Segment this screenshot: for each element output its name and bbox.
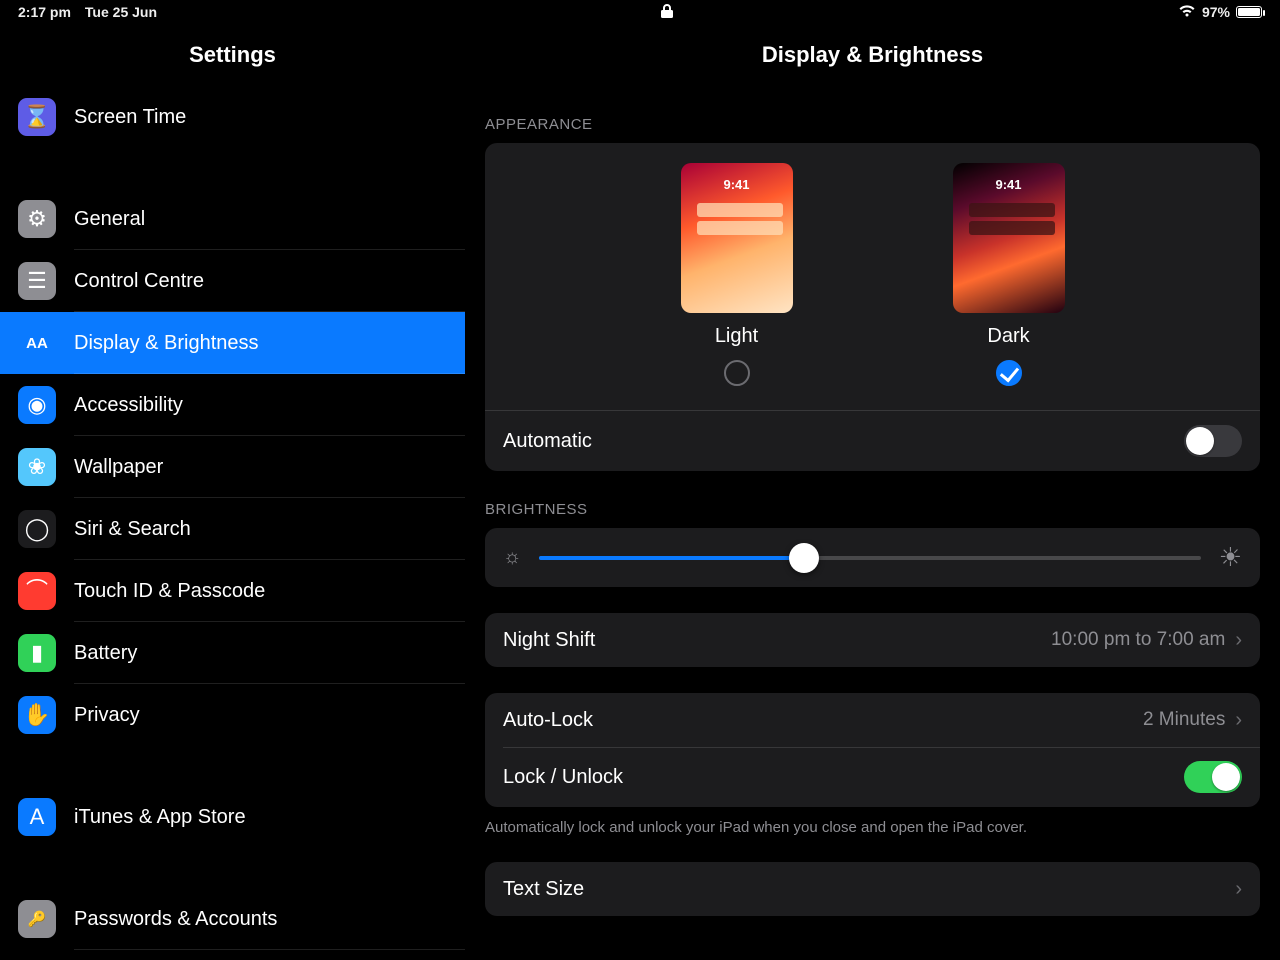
sidebar-item-battery[interactable]: ▮ Battery (0, 622, 465, 684)
dark-label: Dark (987, 325, 1029, 348)
passwords-accounts-icon: 🔑 (18, 900, 56, 938)
automatic-row: Automatic (485, 411, 1260, 471)
light-radio[interactable] (724, 360, 750, 386)
night-shift-panel: Night Shift 10:00 pm to 7:00 am › (485, 613, 1260, 667)
sidebar-item-label: Siri & Search (74, 518, 191, 541)
display-brightness-icon: AA (18, 324, 56, 362)
general-icon: ⚙ (18, 200, 56, 238)
appearance-header: APPEARANCE (465, 86, 1280, 143)
sidebar-item-passwords-accounts[interactable]: 🔑 Passwords & Accounts (0, 888, 465, 950)
sidebar-item-label: General (74, 208, 145, 231)
appearance-option-light[interactable]: 9:41 Light (681, 163, 793, 386)
auto-lock-value: 2 Minutes (1143, 709, 1225, 731)
dark-radio[interactable] (996, 360, 1022, 386)
privacy-icon: ✋ (18, 696, 56, 734)
chevron-right-icon: › (1235, 629, 1242, 652)
battery-icon: ▮ (18, 634, 56, 672)
light-preview-thumb: 9:41 (681, 163, 793, 313)
lock-panel: Auto-Lock 2 Minutes › Lock / Unlock (485, 693, 1260, 807)
text-size-row[interactable]: Text Size › (485, 862, 1260, 916)
night-shift-row[interactable]: Night Shift 10:00 pm to 7:00 am › (485, 613, 1260, 667)
brightness-panel: ☼ ☀ (485, 528, 1260, 587)
automatic-label: Automatic (503, 430, 592, 453)
sidebar-item-label: Touch ID & Passcode (74, 580, 265, 603)
chevron-right-icon: › (1235, 709, 1242, 732)
sidebar-item-label: Battery (74, 642, 137, 665)
battery-icon (1236, 6, 1262, 18)
lock-icon (661, 4, 673, 21)
sidebar-item-label: Screen Time (74, 106, 186, 129)
screen-time-icon: ⌛ (18, 98, 56, 136)
night-shift-label: Night Shift (503, 629, 595, 652)
status-time: 2:17 pm (18, 4, 71, 20)
lock-unlock-footer: Automatically lock and unlock your iPad … (465, 807, 1280, 836)
sidebar-item-label: Wallpaper (74, 456, 163, 479)
chevron-right-icon: › (1235, 878, 1242, 901)
sidebar-item-wallpaper[interactable]: ❀ Wallpaper (0, 436, 465, 498)
appearance-option-dark[interactable]: 9:41 Dark (953, 163, 1065, 386)
dark-preview-thumb: 9:41 (953, 163, 1065, 313)
sidebar-item-label: Display & Brightness (74, 332, 259, 355)
sidebar-item-general[interactable]: ⚙ General (0, 188, 465, 250)
sidebar-item-accessibility[interactable]: ◉ Accessibility (0, 374, 465, 436)
sidebar-item-privacy[interactable]: ✋ Privacy (0, 684, 465, 746)
sidebar-item-label: Accessibility (74, 394, 183, 417)
status-date: Tue 25 Jun (85, 4, 157, 20)
automatic-switch[interactable] (1184, 425, 1242, 457)
status-bar: 2:17 pm Tue 25 Jun 97% (0, 0, 1280, 24)
detail-pane: Display & Brightness APPEARANCE 9:41 Lig… (465, 0, 1280, 960)
siri-search-icon: ◯ (18, 510, 56, 548)
sidebar-item-label: Passwords & Accounts (74, 908, 277, 931)
brightness-header: BRIGHTNESS (465, 471, 1280, 528)
lock-unlock-switch[interactable] (1184, 761, 1242, 793)
wallpaper-icon: ❀ (18, 448, 56, 486)
sidebar-item-screen-time[interactable]: ⌛ Screen Time (0, 86, 465, 148)
lock-unlock-label: Lock / Unlock (503, 766, 623, 789)
text-size-label: Text Size (503, 878, 584, 901)
sidebar-item-touch-id[interactable]: ⌒ Touch ID & Passcode (0, 560, 465, 622)
itunes-appstore-icon: A (18, 798, 56, 836)
sidebar-title: Settings (0, 30, 465, 86)
brightness-high-icon: ☀ (1219, 542, 1242, 573)
sidebar-item-label: Control Centre (74, 270, 204, 293)
accessibility-icon: ◉ (18, 386, 56, 424)
sidebar-item-itunes-appstore[interactable]: AiTunes & App Store (0, 786, 465, 848)
night-shift-value: 10:00 pm to 7:00 am (1051, 629, 1225, 651)
brightness-low-icon: ☼ (503, 546, 521, 569)
detail-title: Display & Brightness (465, 30, 1280, 86)
battery-pct: 97% (1202, 4, 1230, 20)
light-label: Light (715, 325, 758, 348)
sidebar-item-label: Privacy (74, 704, 140, 727)
auto-lock-label: Auto-Lock (503, 709, 593, 732)
sidebar-item-label: iTunes & App Store (74, 806, 246, 829)
settings-sidebar: Settings ⌛ Screen Time ⚙ General ☰ Control Ce… (0, 0, 465, 960)
sidebar-item-control-centre[interactable]: ☰ Control Centre (0, 250, 465, 312)
sidebar-item-mail[interactable]: ✉Mail (0, 950, 465, 960)
brightness-slider[interactable] (539, 556, 1200, 560)
control-centre-icon: ☰ (18, 262, 56, 300)
touch-id-icon: ⌒ (18, 572, 56, 610)
text-size-panel: Text Size › (485, 862, 1260, 916)
sidebar-item-siri-search[interactable]: ◯ Siri & Search (0, 498, 465, 560)
lock-unlock-row: Lock / Unlock (485, 747, 1260, 807)
appearance-panel: 9:41 Light 9:41 Dark Automatic (485, 143, 1260, 471)
sidebar-item-display-brightness[interactable]: AA Display & Brightness (0, 312, 465, 374)
wifi-icon (1178, 4, 1196, 20)
auto-lock-row[interactable]: Auto-Lock 2 Minutes › (485, 693, 1260, 747)
